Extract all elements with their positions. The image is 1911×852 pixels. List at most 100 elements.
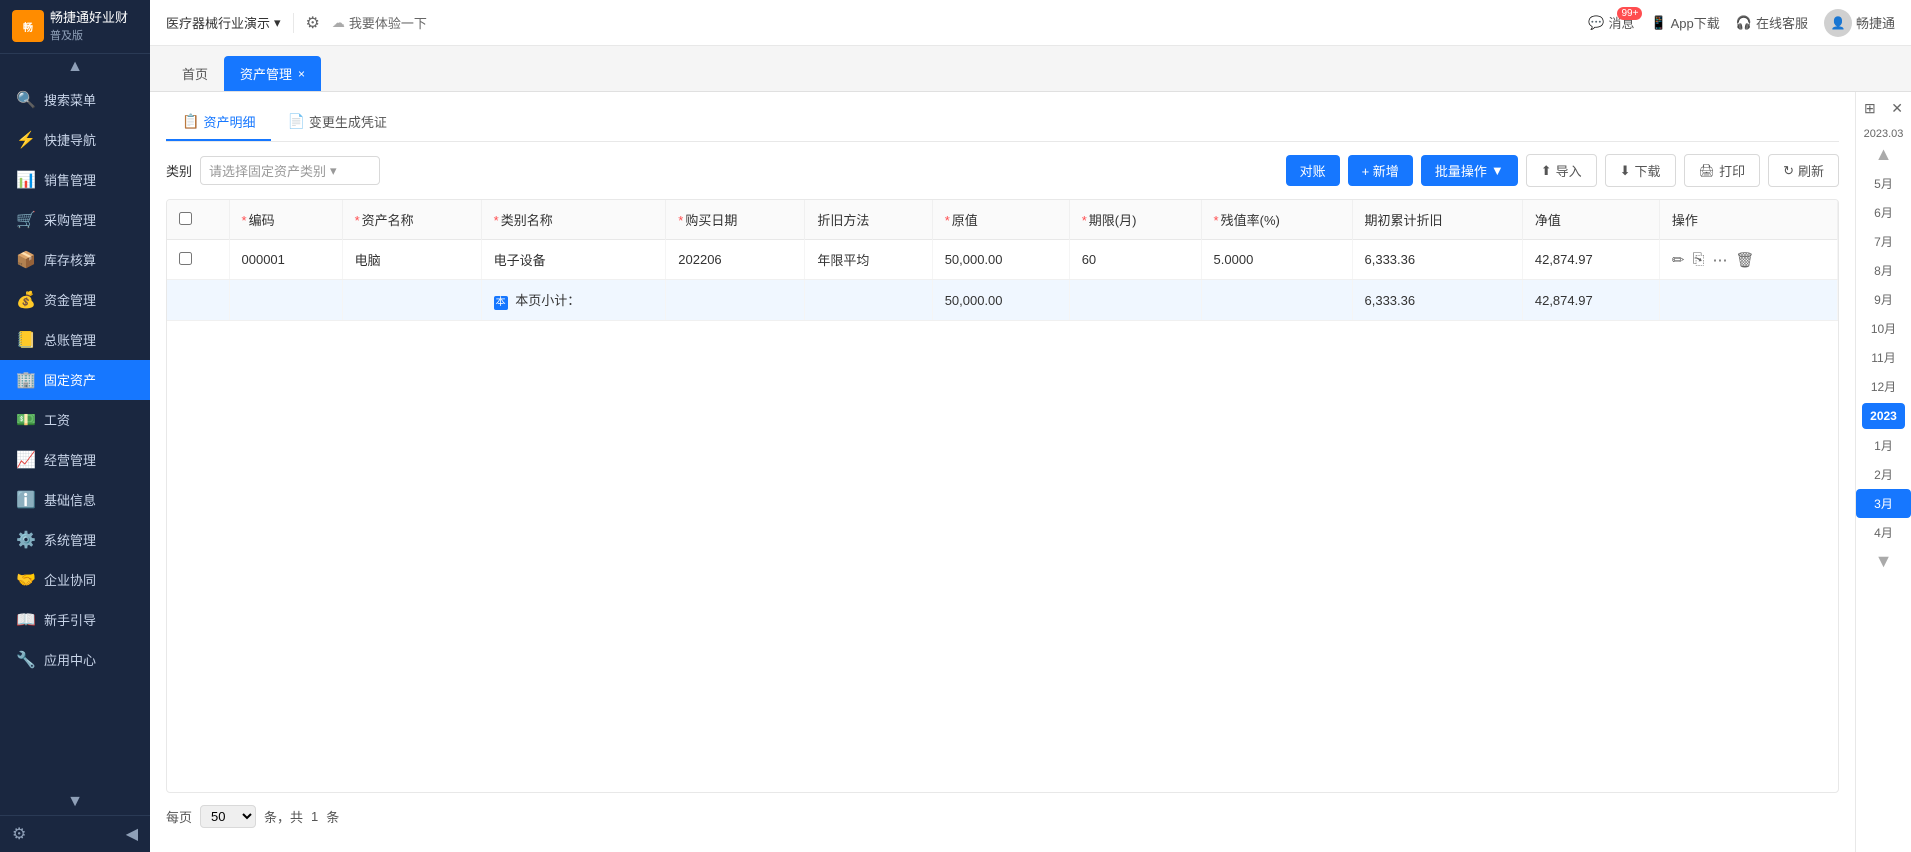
th-depreciation-method: 折旧方法: [805, 200, 932, 240]
sidebar-item-enterprise[interactable]: 🤝 企业协同: [0, 560, 150, 600]
sub-tab-change-voucher-label: 变更生成凭证: [309, 112, 387, 131]
th-residual-rate: *残值率(%): [1201, 200, 1352, 240]
sidebar-item-label: 应用中心: [44, 650, 96, 669]
th-actions: 操作: [1659, 200, 1837, 240]
sidebar-item-purchase[interactable]: 🛒 采购管理: [0, 200, 150, 240]
month-12[interactable]: 12月: [1856, 372, 1911, 401]
td-subtotal-empty2: [229, 280, 342, 321]
sidebar-item-funds[interactable]: 💰 资金管理: [0, 280, 150, 320]
topbar-settings-icon[interactable]: ⚙: [306, 13, 320, 33]
month-10[interactable]: 10月: [1856, 314, 1911, 343]
sidebar-item-payroll[interactable]: 💵 工资: [0, 400, 150, 440]
expand-icon[interactable]: ⊞: [1864, 100, 1876, 117]
sidebar-item-ledger[interactable]: 📒 总账管理: [0, 320, 150, 360]
tab-home[interactable]: 首页: [166, 56, 224, 91]
month-7[interactable]: 7月: [1856, 227, 1911, 256]
sub-tab-asset-detail[interactable]: 📋 资产明细: [166, 104, 271, 141]
sidebar-item-guide[interactable]: 📖 新手引导: [0, 600, 150, 640]
batch-button[interactable]: 批量操作 ▼: [1421, 155, 1518, 186]
td-subtotal-empty7: [1201, 280, 1352, 321]
online-service-label: 在线客服: [1756, 13, 1808, 32]
sidebar-item-quick-nav[interactable]: ⚡ 快捷导航: [0, 120, 150, 160]
row-checkbox[interactable]: [179, 252, 192, 265]
close-panel-icon[interactable]: ✕: [1891, 100, 1903, 117]
td-subtotal-net-value: 42,874.97: [1522, 280, 1659, 321]
month-8[interactable]: 8月: [1856, 256, 1911, 285]
delete-icon[interactable]: 🗑: [1735, 251, 1754, 269]
edit-icon[interactable]: ✏: [1672, 251, 1685, 269]
sidebar-item-label: 系统管理: [44, 530, 96, 549]
download-button[interactable]: ⬇ 下载: [1605, 154, 1676, 187]
sidebar-scroll-up[interactable]: ▲: [0, 54, 150, 80]
download-label: 下载: [1635, 161, 1661, 180]
month-4[interactable]: 4月: [1856, 518, 1911, 547]
fixed-assets-icon: 🏢: [16, 370, 36, 390]
content-main: 📋 资产明细 📄 变更生成凭证 类别 请选择固定资产类别 ▾: [150, 92, 1855, 852]
td-net-value: 42,874.97: [1522, 240, 1659, 280]
month-5[interactable]: 5月: [1856, 169, 1911, 198]
per-page-select[interactable]: 50 100: [200, 805, 256, 828]
sidebar-item-system[interactable]: ⚙️ 系统管理: [0, 520, 150, 560]
enterprise-icon: 🤝: [16, 570, 36, 590]
message-btn[interactable]: 💬 消息 99+: [1588, 13, 1634, 32]
copy-icon[interactable]: ⎘: [1692, 251, 1704, 268]
app-download-btn[interactable]: 📱 App下载: [1650, 13, 1719, 32]
filter-dropdown-icon: ▾: [330, 163, 337, 179]
sidebar-item-label: 经营管理: [44, 450, 96, 469]
tab-close-icon[interactable]: ×: [298, 67, 305, 81]
online-service-btn[interactable]: 🎧 在线客服: [1736, 13, 1808, 32]
username: 畅捷通: [1856, 13, 1895, 32]
user-area[interactable]: 👤 畅捷通: [1824, 9, 1895, 37]
sidebar-item-label: 固定资产: [44, 370, 96, 389]
reconcile-button[interactable]: 对账: [1286, 155, 1340, 186]
sidebar-item-basic-info[interactable]: ℹ️ 基础信息: [0, 480, 150, 520]
system-icon: ⚙️: [16, 530, 36, 550]
td-initial-accumulated: 6,333.36: [1352, 240, 1522, 280]
sidebar-item-sales[interactable]: 📊 销售管理: [0, 160, 150, 200]
sidebar-item-app-center[interactable]: 🔧 应用中心: [0, 640, 150, 680]
experience-btn[interactable]: ☁ 我要体验一下: [332, 13, 427, 32]
th-checkbox: [167, 200, 229, 240]
purchase-icon: 🛒: [16, 210, 36, 230]
td-category: 电子设备: [481, 240, 666, 280]
month-3-active[interactable]: 3月: [1856, 489, 1911, 518]
new-button[interactable]: + 新增: [1348, 155, 1413, 186]
company-dropdown-icon: ▾: [274, 15, 281, 31]
tab-asset-management[interactable]: 资产管理 ×: [224, 56, 321, 91]
sub-tabs: 📋 资产明细 📄 变更生成凭证: [166, 104, 1839, 142]
payroll-icon: 💵: [16, 410, 36, 430]
month-6[interactable]: 6月: [1856, 198, 1911, 227]
collapse-icon[interactable]: ◀: [126, 824, 138, 844]
topbar-right: 💬 消息 99+ 📱 App下载 🎧 在线客服 👤 畅捷通: [1588, 9, 1895, 37]
sub-tab-change-voucher[interactable]: 📄 变更生成凭证: [271, 104, 402, 141]
panel-nav-up[interactable]: ▲: [1871, 140, 1897, 169]
month-11[interactable]: 11月: [1856, 343, 1911, 372]
sidebar-item-search[interactable]: 🔍 搜索菜单: [0, 80, 150, 120]
month-2[interactable]: 2月: [1856, 460, 1911, 489]
category-filter[interactable]: 请选择固定资产类别 ▾: [200, 156, 380, 185]
settings-icon[interactable]: ⚙: [12, 824, 26, 844]
sidebar-item-operations[interactable]: 📈 经营管理: [0, 440, 150, 480]
td-subtotal-original-value: 50,000.00: [932, 280, 1069, 321]
subtotal-text: 本页小计：: [515, 293, 580, 308]
refresh-button[interactable]: ↻ 刷新: [1768, 154, 1839, 187]
import-label: 导入: [1556, 161, 1582, 180]
more-icon[interactable]: ⋯: [1712, 251, 1727, 269]
month-1[interactable]: 1月: [1856, 431, 1911, 460]
import-button[interactable]: ⬆ 导入: [1526, 154, 1597, 187]
total-count: 1: [311, 809, 318, 824]
select-all-checkbox[interactable]: [179, 212, 192, 225]
panel-nav-down[interactable]: ▼: [1871, 547, 1897, 576]
experience-label: 我要体验一下: [349, 13, 427, 32]
sidebar-item-label: 库存核算: [44, 250, 96, 269]
sidebar-item-label: 搜索菜单: [44, 90, 96, 109]
sidebar-item-inventory[interactable]: 📦 库存核算: [0, 240, 150, 280]
month-9[interactable]: 9月: [1856, 285, 1911, 314]
app-center-icon: 🔧: [16, 650, 36, 670]
company-selector[interactable]: 医疗器械行业演示 ▾: [166, 13, 281, 32]
sidebar-scroll-down[interactable]: ▼: [0, 789, 150, 815]
sidebar-item-label: 企业协同: [44, 570, 96, 589]
print-button[interactable]: 🖨 打印: [1684, 154, 1761, 187]
logo-icon: 畅: [12, 10, 44, 42]
sidebar-item-fixed-assets[interactable]: 🏢 固定资产: [0, 360, 150, 400]
